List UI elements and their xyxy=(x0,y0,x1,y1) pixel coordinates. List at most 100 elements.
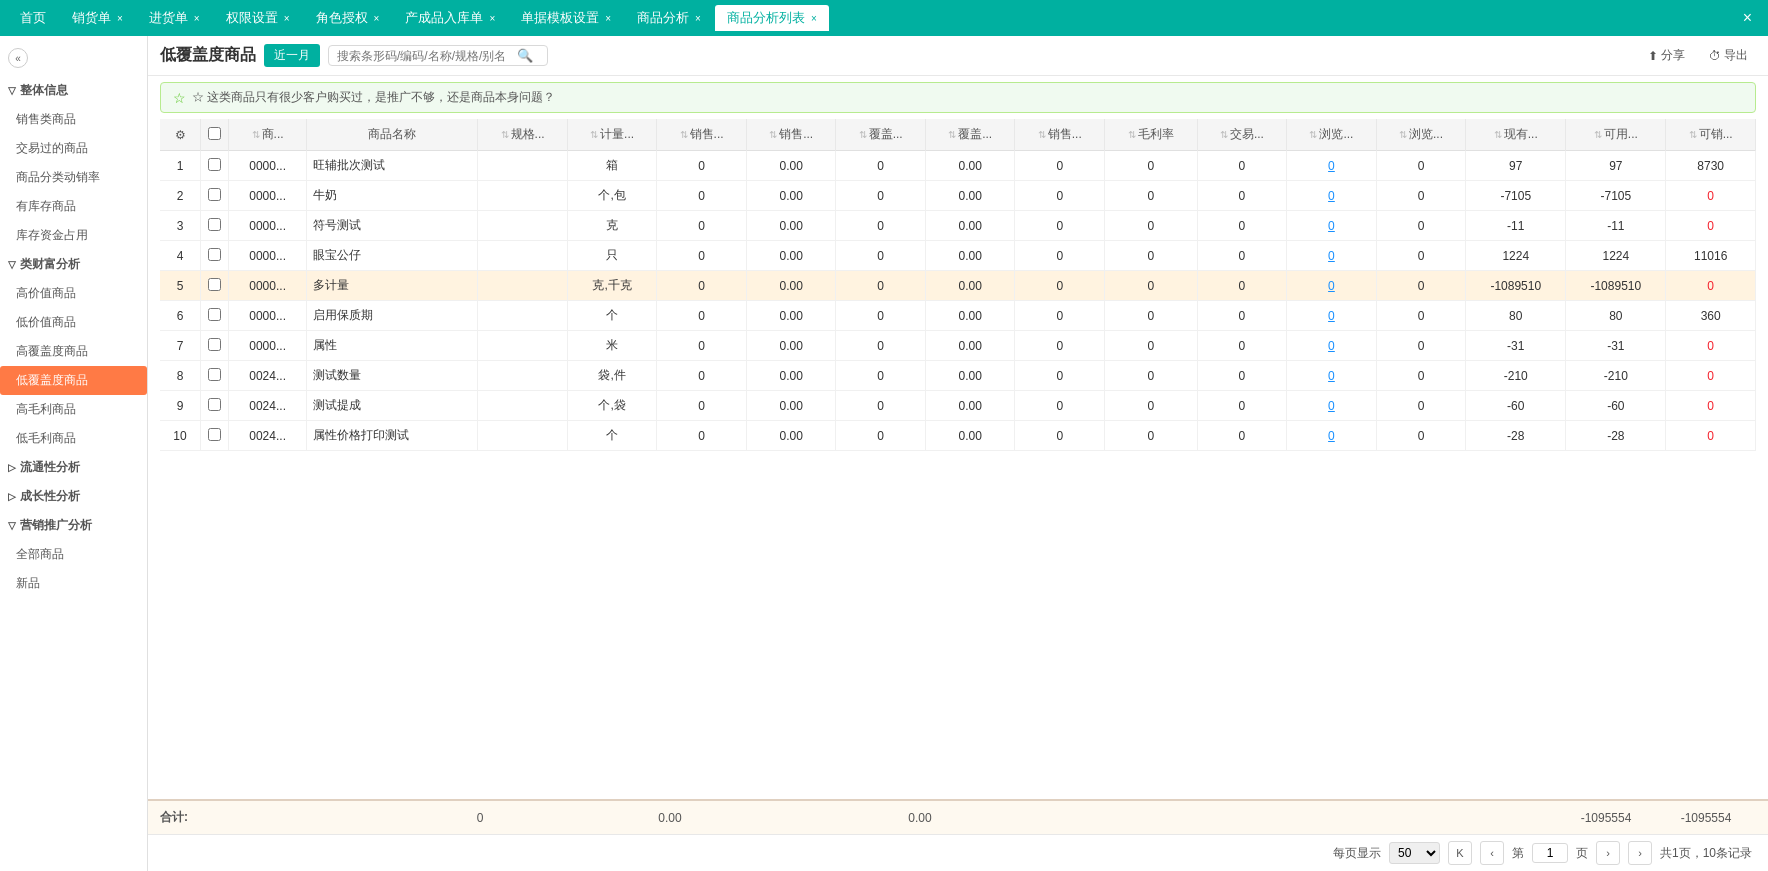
sidebar-item-stock-goods[interactable]: 有库存商品 xyxy=(0,192,147,221)
col-current[interactable]: ⇅现有... xyxy=(1466,119,1566,151)
nav-home[interactable]: 首页 xyxy=(8,5,58,31)
sidebar-section-marketing[interactable]: ▽ 营销推广分析 xyxy=(0,511,147,540)
table-wrapper[interactable]: ⚙ ⇅商... 商品名称 ⇅规格... ⇅计量... ⇅销售... ⇅销售...… xyxy=(160,119,1756,799)
nav-permission-close[interactable]: × xyxy=(284,13,290,24)
col-browse1[interactable]: ⇅浏览... xyxy=(1287,119,1377,151)
nav-permission[interactable]: 权限设置 × xyxy=(214,5,302,31)
top-nav: 首页 销货单 × 进货单 × 权限设置 × 角色授权 × 产成品入库单 × 单据… xyxy=(0,0,1768,36)
sidebar-item-high-coverage[interactable]: 高覆盖度商品 xyxy=(0,337,147,366)
row-checkbox-5[interactable] xyxy=(201,271,229,301)
row-checkbox-10[interactable] xyxy=(201,421,229,451)
nav-warehouse-close[interactable]: × xyxy=(489,13,495,24)
sidebar-item-low-margin[interactable]: 低毛利商品 xyxy=(0,424,147,453)
sidebar-section-wealth[interactable]: ▽ 类财富分析 xyxy=(0,250,147,279)
share-button[interactable]: ⬆ 分享 xyxy=(1640,44,1693,67)
row-browse1-3[interactable]: 0 xyxy=(1287,211,1377,241)
row-browse1-2[interactable]: 0 xyxy=(1287,181,1377,211)
last-page-button[interactable]: › xyxy=(1628,841,1652,865)
window-close-button[interactable]: × xyxy=(1735,5,1760,31)
select-all-checkbox[interactable] xyxy=(208,127,221,140)
col-spec[interactable]: ⇅规格... xyxy=(478,119,568,151)
nav-analysis-list[interactable]: 商品分析列表 × xyxy=(715,5,829,31)
row-select-checkbox-9[interactable] xyxy=(208,398,221,411)
sidebar-section-growth[interactable]: ▷ 成长性分析 xyxy=(0,482,147,511)
sidebar-item-category-rate[interactable]: 商品分类动销率 xyxy=(0,163,147,192)
nav-analysis-close[interactable]: × xyxy=(695,13,701,24)
row-select-checkbox-4[interactable] xyxy=(208,248,221,261)
row-select-checkbox-7[interactable] xyxy=(208,338,221,351)
row-select-checkbox-2[interactable] xyxy=(208,188,221,201)
row-select-checkbox-1[interactable] xyxy=(208,158,221,171)
row-checkbox-1[interactable] xyxy=(201,151,229,181)
col-sales-x[interactable]: ⇅销售... xyxy=(1015,119,1105,151)
col-unit[interactable]: ⇅计量... xyxy=(567,119,657,151)
nav-role-close[interactable]: × xyxy=(374,13,380,24)
row-select-checkbox-3[interactable] xyxy=(208,218,221,231)
sidebar-item-all-goods[interactable]: 全部商品 xyxy=(0,540,147,569)
col-available[interactable]: ⇅可用... xyxy=(1566,119,1666,151)
nav-purchase-close[interactable]: × xyxy=(194,13,200,24)
first-page-button[interactable]: K xyxy=(1448,841,1472,865)
col-checkbox-all[interactable] xyxy=(201,119,229,151)
row-select-checkbox-6[interactable] xyxy=(208,308,221,321)
row-checkbox-7[interactable] xyxy=(201,331,229,361)
nav-sales[interactable]: 销货单 × xyxy=(60,5,135,31)
prev-page-button[interactable]: ‹ xyxy=(1480,841,1504,865)
row-select-checkbox-8[interactable] xyxy=(208,368,221,381)
sidebar-item-low-value[interactable]: 低价值商品 xyxy=(0,308,147,337)
row-browse1-6[interactable]: 0 xyxy=(1287,301,1377,331)
sidebar-item-stock-capital[interactable]: 库存资金占用 xyxy=(0,221,147,250)
col-browse2[interactable]: ⇅浏览... xyxy=(1376,119,1466,151)
col-settings[interactable]: ⚙ xyxy=(160,119,201,151)
nav-template[interactable]: 单据模板设置 × xyxy=(509,5,623,31)
col-trade[interactable]: ⇅交易... xyxy=(1197,119,1287,151)
nav-template-close[interactable]: × xyxy=(605,13,611,24)
row-browse1-10[interactable]: 0 xyxy=(1287,421,1377,451)
row-browse1-7[interactable]: 0 xyxy=(1287,331,1377,361)
time-filter-button[interactable]: 近一月 xyxy=(264,44,320,67)
row-browse1-8[interactable]: 0 xyxy=(1287,361,1377,391)
sidebar-item-sales-goods[interactable]: 销售类商品 xyxy=(0,105,147,134)
row-browse1-5[interactable]: 0 xyxy=(1287,271,1377,301)
nav-analysis[interactable]: 商品分析 × xyxy=(625,5,713,31)
col-gross-rate[interactable]: ⇅毛利率 xyxy=(1105,119,1198,151)
col-code[interactable]: ⇅商... xyxy=(229,119,307,151)
sidebar-item-low-coverage[interactable]: 低覆盖度商品 xyxy=(0,366,147,395)
nav-analysis-list-close[interactable]: × xyxy=(811,13,817,24)
sidebar-section-liquidity[interactable]: ▷ 流通性分析 xyxy=(0,453,147,482)
sidebar-item-high-value[interactable]: 高价值商品 xyxy=(0,279,147,308)
row-select-checkbox-10[interactable] xyxy=(208,428,221,441)
next-page-button[interactable]: › xyxy=(1596,841,1620,865)
row-select-checkbox-5[interactable] xyxy=(208,278,221,291)
col-sales-qty[interactable]: ⇅销售... xyxy=(657,119,747,151)
search-icon[interactable]: 🔍 xyxy=(517,48,533,63)
nav-warehouse[interactable]: 产成品入库单 × xyxy=(393,5,507,31)
col-coverage1[interactable]: ⇅覆盖... xyxy=(836,119,926,151)
sidebar-item-high-margin[interactable]: 高毛利商品 xyxy=(0,395,147,424)
nav-purchase[interactable]: 进货单 × xyxy=(137,5,212,31)
row-checkbox-8[interactable] xyxy=(201,361,229,391)
row-unit-7: 米 xyxy=(567,331,657,361)
row-checkbox-3[interactable] xyxy=(201,211,229,241)
col-sales-amt[interactable]: ⇅销售... xyxy=(746,119,836,151)
row-checkbox-2[interactable] xyxy=(201,181,229,211)
col-coverage2[interactable]: ⇅覆盖... xyxy=(925,119,1015,151)
page-size-select[interactable]: 50 20 100 xyxy=(1389,842,1440,864)
row-browse1-4[interactable]: 0 xyxy=(1287,241,1377,271)
row-checkbox-9[interactable] xyxy=(201,391,229,421)
sidebar-section-overall[interactable]: ▽ 整体信息 xyxy=(0,76,147,105)
search-input[interactable] xyxy=(337,49,517,63)
sidebar-item-new-goods[interactable]: 新品 xyxy=(0,569,147,598)
row-checkbox-6[interactable] xyxy=(201,301,229,331)
sidebar-item-traded-goods[interactable]: 交易过的商品 xyxy=(0,134,147,163)
row-browse1-9[interactable]: 0 xyxy=(1287,391,1377,421)
page-number-input[interactable] xyxy=(1532,843,1568,863)
col-name[interactable]: 商品名称 xyxy=(307,119,478,151)
col-sellable[interactable]: ⇅可销... xyxy=(1666,119,1756,151)
row-checkbox-4[interactable] xyxy=(201,241,229,271)
export-button[interactable]: ⏱ 导出 xyxy=(1701,44,1756,67)
nav-sales-close[interactable]: × xyxy=(117,13,123,24)
row-browse1-1[interactable]: 0 xyxy=(1287,151,1377,181)
sidebar-collapse-button[interactable]: « xyxy=(8,48,28,68)
nav-role[interactable]: 角色授权 × xyxy=(304,5,392,31)
